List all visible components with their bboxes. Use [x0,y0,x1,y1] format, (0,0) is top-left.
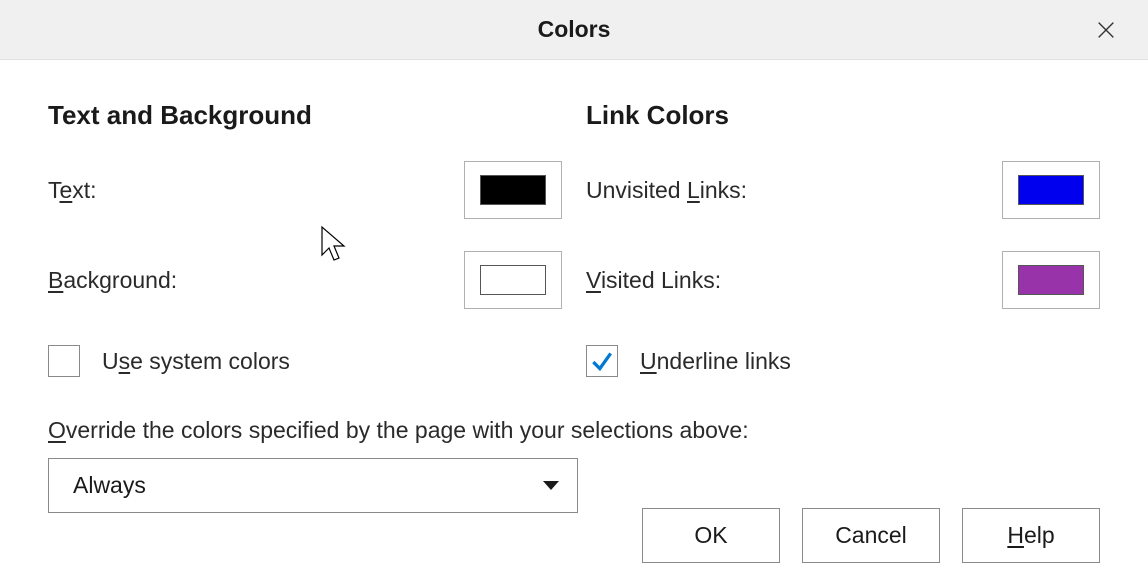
cancel-button[interactable]: Cancel [802,508,940,563]
visited-links-swatch [1018,265,1084,295]
visited-links-row: Visited Links: [586,251,1100,309]
text-background-heading: Text and Background [48,100,562,131]
use-system-colors-row: Use system colors [48,341,562,381]
dialog-title: Colors [538,16,611,43]
close-icon [1095,19,1117,41]
close-button[interactable] [1088,12,1124,48]
dialog-content: Text and Background Text: Background: Us… [0,60,1148,513]
background-color-button[interactable] [464,251,562,309]
underline-links-label: Underline links [640,348,791,375]
link-colors-section: Link Colors Unvisited Links: Visited Lin… [586,100,1100,409]
override-section: Override the colors specified by the pag… [48,417,1100,513]
dialog-buttons: OK Cancel Help [642,508,1100,563]
text-background-section: Text and Background Text: Background: Us… [48,100,562,409]
text-label: Text: [48,177,97,204]
use-system-colors-checkbox[interactable] [48,345,80,377]
underline-links-row: Underline links [586,341,1100,381]
background-label: Background: [48,267,177,294]
override-selected-value: Always [73,472,146,499]
titlebar: Colors [0,0,1148,60]
ok-button[interactable]: OK [642,508,780,563]
use-system-colors-label: Use system colors [102,348,290,375]
unvisited-links-color-button[interactable] [1002,161,1100,219]
text-color-swatch [480,175,546,205]
chevron-down-icon [543,481,559,490]
visited-links-label: Visited Links: [586,267,721,294]
override-label: Override the colors specified by the pag… [48,417,1100,444]
text-color-row: Text: [48,161,562,219]
unvisited-links-row: Unvisited Links: [586,161,1100,219]
link-colors-heading: Link Colors [586,100,1100,131]
underline-links-checkbox[interactable] [586,345,618,377]
override-select[interactable]: Always [48,458,578,513]
unvisited-links-swatch [1018,175,1084,205]
visited-links-color-button[interactable] [1002,251,1100,309]
help-button[interactable]: Help [962,508,1100,563]
check-icon [589,348,615,374]
unvisited-links-label: Unvisited Links: [586,177,747,204]
background-color-swatch [480,265,546,295]
text-color-button[interactable] [464,161,562,219]
background-color-row: Background: [48,251,562,309]
